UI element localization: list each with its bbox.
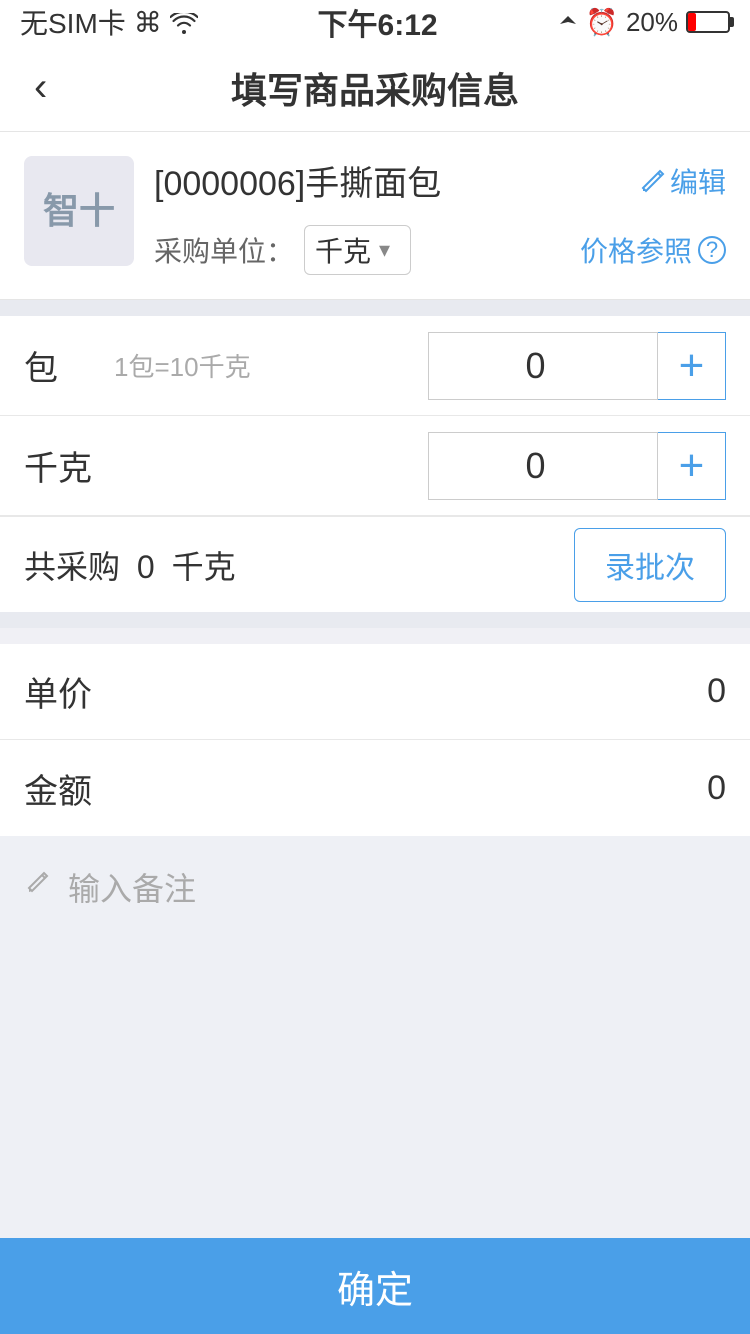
- product-name-row: [0000006]手撕面包 编辑: [154, 156, 726, 205]
- pencil-icon: [24, 866, 54, 905]
- package-input-row: 包 1包=10千克 +: [0, 316, 750, 416]
- kg-label: 千克: [24, 441, 104, 490]
- total-prefix: 共采购: [24, 549, 120, 585]
- notes-placeholder: 输入备注: [68, 864, 196, 910]
- separator-2: [0, 612, 750, 628]
- product-full-name: [0000006]手撕面包: [154, 156, 441, 205]
- price-ref-button[interactable]: 价格参照 ?: [580, 230, 726, 270]
- price-ref-label: 价格参照: [580, 230, 692, 270]
- unit-label: 采购单位：: [154, 230, 294, 270]
- info-icon: ?: [698, 236, 726, 264]
- alarm-icon: ⏰: [586, 7, 618, 38]
- edit-button[interactable]: 编辑: [640, 161, 726, 201]
- total-text: 共采购 0 千克: [24, 542, 236, 588]
- separator-1: [0, 300, 750, 316]
- confirm-label: 确定: [337, 1259, 413, 1314]
- edit-label: 编辑: [670, 161, 726, 201]
- status-right: ⏰ 20%: [558, 7, 730, 38]
- total-unit: 千克: [172, 549, 236, 585]
- amount-row: 金额 0: [0, 740, 750, 836]
- notes-section[interactable]: 输入备注: [0, 836, 750, 1016]
- unit-value: 千克: [315, 230, 371, 270]
- unit-row: 采购单位： 千克 ▾ 价格参照 ?: [154, 225, 726, 275]
- package-plus-button[interactable]: +: [658, 332, 726, 400]
- confirm-button[interactable]: 确定: [0, 1238, 750, 1334]
- status-left: 无SIM卡 ⌘: [20, 2, 198, 42]
- status-bar: 无SIM卡 ⌘ 下午6:12 ⏰ 20%: [0, 0, 750, 44]
- amount-label: 金额: [24, 764, 92, 813]
- wifi-icon: ⌘: [134, 6, 198, 39]
- package-input-control: +: [428, 332, 726, 400]
- kg-input-row: 千克 +: [0, 416, 750, 516]
- dropdown-arrow-icon: ▾: [379, 237, 390, 263]
- package-input-section: 包 1包=10千克 + 千克 +: [0, 316, 750, 516]
- back-button[interactable]: ‹: [24, 55, 57, 120]
- product-image: 智十: [24, 156, 134, 266]
- unit-select[interactable]: 千克 ▾: [304, 225, 411, 275]
- total-row: 共采购 0 千克 录批次: [0, 516, 750, 612]
- price-section: 单价 0 金额 0: [0, 644, 750, 836]
- location-icon: [558, 7, 578, 38]
- page-title: 填写商品采购信息: [231, 62, 519, 114]
- battery-percent: 20%: [626, 7, 678, 38]
- amount-value: 0: [707, 769, 726, 808]
- record-batch-button[interactable]: 录批次: [574, 528, 726, 602]
- status-time: 下午6:12: [318, 0, 438, 44]
- product-info: [0000006]手撕面包 编辑 采购单位： 千克 ▾ 价格参照 ?: [154, 156, 726, 275]
- total-amount: 0: [137, 549, 155, 585]
- battery-icon: [686, 11, 730, 33]
- package-sublabel: 1包=10千克: [114, 347, 251, 384]
- kg-input-control: +: [428, 432, 726, 500]
- package-label: 包: [24, 341, 104, 390]
- kg-plus-button[interactable]: +: [658, 432, 726, 500]
- product-logo: 智十: [43, 193, 115, 229]
- product-card: 智十 [0000006]手撕面包 编辑 采购单位： 千克 ▾: [0, 132, 750, 300]
- carrier-label: 无SIM卡: [20, 2, 126, 42]
- unit-price-label: 单价: [24, 667, 92, 716]
- kg-qty-input[interactable]: [428, 432, 658, 500]
- unit-price-value: 0: [707, 672, 726, 711]
- unit-price-row: 单价 0: [0, 644, 750, 740]
- package-qty-input[interactable]: [428, 332, 658, 400]
- nav-bar: ‹ 填写商品采购信息: [0, 44, 750, 132]
